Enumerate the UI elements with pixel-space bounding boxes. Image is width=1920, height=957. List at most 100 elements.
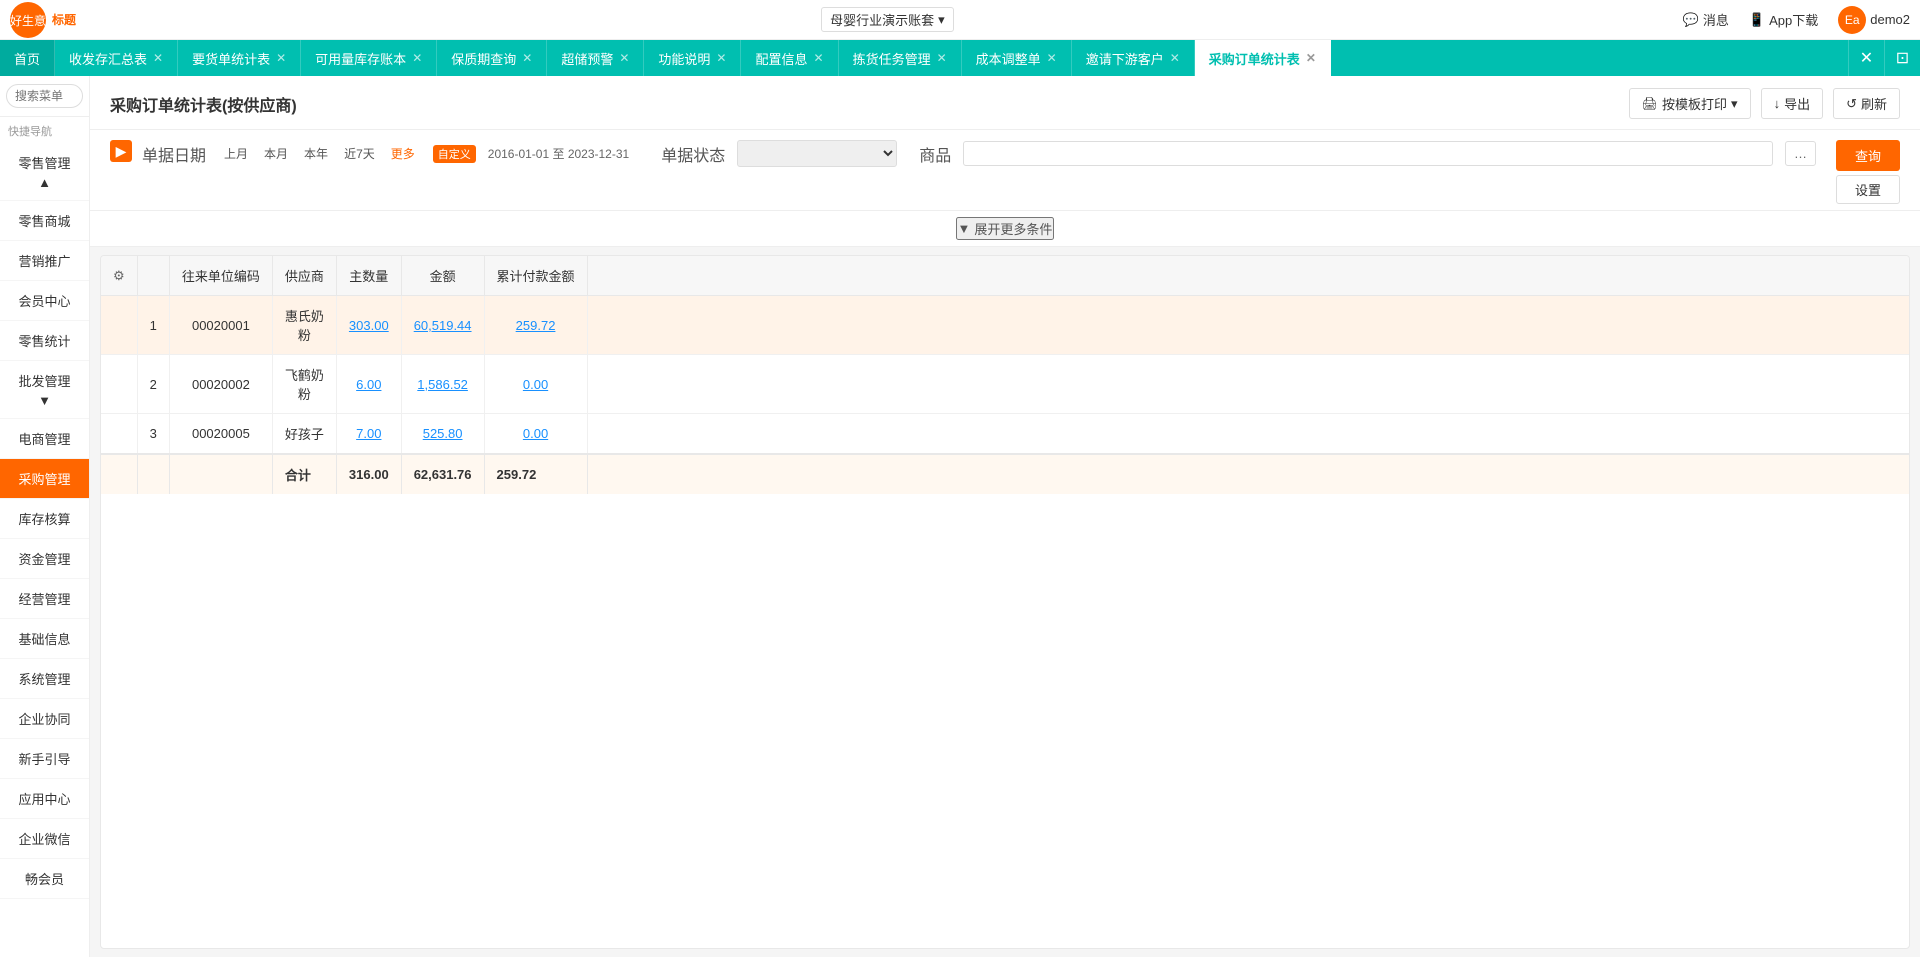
data-table: ⚙ 往来单位编码 供应商 主数量 金额 累计付款金额 1 00020001 [101,256,1909,494]
sidebar-item-basic-info[interactable]: 基础信息 [0,619,89,659]
row-2-quantity: 6.00 [336,355,401,414]
sidebar-item-member[interactable]: 会员中心 [0,281,89,321]
tab-config[interactable]: 配置信息 ✕ [741,40,838,76]
date-this-year[interactable]: 本年 [298,143,334,164]
export-icon: ↓ [1774,96,1781,111]
date-this-month[interactable]: 本月 [258,143,294,164]
row-1-supplier: 惠氏奶粉 [272,296,336,355]
tab-summary[interactable]: 收发存汇总表 ✕ [55,40,178,76]
refresh-button[interactable]: ↺ 刷新 [1833,88,1900,119]
row-2-index: 2 [137,355,169,414]
close-tab-config[interactable]: ✕ [814,51,824,65]
sidebar-item-enterprise-collab[interactable]: 企业协同 [0,699,89,739]
filter-main: 单据日期 上月 本月 本年 近7天 更多 自定义 2016-01-01 至 20… [142,140,1816,167]
nav-tabs-end: ✕ ⊡ [1848,40,1920,76]
close-tab-overstock[interactable]: ✕ [619,51,629,65]
print-button[interactable]: 🖨 按模板打印 ▾ [1629,88,1751,119]
tab-pick-task[interactable]: 拣货任务管理 ✕ [839,40,962,76]
sidebar-item-retail-stats[interactable]: 零售统计 [0,321,89,361]
row-2-extra [587,355,1909,414]
expand-icon: ▼ [958,221,971,236]
table-row: 2 00020002 飞鹤奶粉 6.00 1,586.52 0.00 [101,355,1909,414]
tab-guide[interactable]: 功能说明 ✕ [644,40,741,76]
setting-button[interactable]: 设置 [1836,175,1900,204]
tab-cost-adjust[interactable]: 成本调整单 ✕ [962,40,1072,76]
sidebar-item-guide[interactable]: 新手引导 [0,739,89,779]
chevron-down-icon-wholesale: ▼ [38,393,51,408]
sidebar-item-inventory[interactable]: 库存核算 [0,499,89,539]
close-tab-summary[interactable]: ✕ [153,51,163,65]
tab-invite[interactable]: 邀请下游客户 ✕ [1072,40,1195,76]
expand-more-button[interactable]: ▼ 展开更多条件 [956,217,1055,240]
tab-inventory[interactable]: 可用量库存账本 ✕ [301,40,437,76]
sidebar-item-wechat[interactable]: 企业微信 [0,819,89,859]
status-select[interactable] [737,140,897,167]
col-extra [587,256,1909,296]
close-tab-purchase-order-stats[interactable]: ✕ [1306,51,1316,65]
date-custom-badge[interactable]: 自定义 [433,145,476,163]
nav-maximize-button[interactable]: ⊡ [1884,40,1920,76]
footer-label: 合计 [272,454,336,494]
top-bar: 好生意 标题 母婴行业演示账套 ▾ 💬 消息 📱 App下载 Ea demo2 [0,0,1920,40]
column-settings-icon[interactable]: ⚙ [101,256,137,296]
company-selector[interactable]: 母婴行业演示账套 ▾ [821,7,954,32]
sidebar-search-area [0,76,89,117]
footer-index [137,454,169,494]
sidebar-item-finance[interactable]: 资金管理 [0,539,89,579]
tab-expiry[interactable]: 保质期查询 ✕ [437,40,547,76]
date-last-month[interactable]: 上月 [218,143,254,164]
date-more[interactable]: 更多 [385,143,421,164]
close-tab-guide[interactable]: ✕ [716,51,726,65]
query-button[interactable]: 查询 [1836,140,1900,171]
sidebar-item-system[interactable]: 系统管理 [0,659,89,699]
close-tab-inventory[interactable]: ✕ [412,51,422,65]
date-shortcuts: 上月 本月 本年 近7天 更多 [218,143,421,164]
row-2-settings [101,355,137,414]
sidebar-item-retail-management[interactable]: 零售管理 ▲ [0,143,89,201]
tab-overstock[interactable]: 超储预警 ✕ [547,40,644,76]
app-download-button[interactable]: 📱 App下载 [1749,10,1818,29]
user-name: demo2 [1870,12,1910,27]
goods-input[interactable] [963,141,1773,166]
header-actions: 🖨 按模板打印 ▾ ↓ 导出 ↺ 刷新 [1629,88,1901,119]
page-title-row: 采购订单统计表(按供应商) 🖨 按模板打印 ▾ ↓ 导出 ↺ 刷新 [110,88,1900,119]
search-actions: 查询 设置 [1836,140,1900,204]
sidebar-item-retail-mall[interactable]: 零售商城 [0,201,89,241]
sidebar-item-ecommerce[interactable]: 电商管理 [0,419,89,459]
message-button[interactable]: 💬 消息 [1683,10,1729,29]
close-tab-pick-task[interactable]: ✕ [937,51,947,65]
row-3-paid: 0.00 [484,414,587,455]
tab-home[interactable]: 首页 [0,40,55,76]
filter-toggle-button[interactable]: ▶ [110,140,132,162]
sidebar-item-operations[interactable]: 经营管理 [0,579,89,619]
tab-order-stats[interactable]: 要货单统计表 ✕ [178,40,301,76]
sidebar-item-vip[interactable]: 畅会员 [0,859,89,899]
search-input[interactable] [6,84,83,108]
row-2-amount: 1,586.52 [401,355,484,414]
export-button[interactable]: ↓ 导出 [1761,88,1824,119]
row-3-supplier: 好孩子 [272,414,336,455]
goods-more-button[interactable]: … [1785,141,1816,166]
row-3-quantity: 7.00 [336,414,401,455]
nav-close-button[interactable]: ✕ [1848,40,1884,76]
footer-extra [587,454,1909,494]
sidebar-item-wholesale[interactable]: 批发管理 ▼ [0,361,89,419]
main-layout: 快捷导航 零售管理 ▲ 零售商城 营销推广 会员中心 零售统计 批发管理 ▼ 电… [0,76,1920,957]
sidebar-nav-label: 快捷导航 [0,117,89,143]
col-supplier: 供应商 [272,256,336,296]
date-range-text: 2016-01-01 至 2023-12-31 [488,145,629,162]
close-tab-order-stats[interactable]: ✕ [276,51,286,65]
date-last-7[interactable]: 近7天 [338,143,381,164]
col-index [137,256,169,296]
sidebar-item-app-center[interactable]: 应用中心 [0,779,89,819]
close-tab-invite[interactable]: ✕ [1170,51,1180,65]
close-tab-expiry[interactable]: ✕ [522,51,532,65]
user-area[interactable]: Ea demo2 [1838,6,1910,34]
status-filter-label: 单据状态 [661,142,725,166]
tab-purchase-order-stats[interactable]: 采购订单统计表 ✕ [1195,40,1331,76]
sidebar-item-purchase[interactable]: 采购管理 [0,459,89,499]
row-3-amount: 525.80 [401,414,484,455]
sidebar-item-marketing[interactable]: 营销推广 [0,241,89,281]
close-tab-cost-adjust[interactable]: ✕ [1047,51,1057,65]
footer-quantity: 316.00 [336,454,401,494]
